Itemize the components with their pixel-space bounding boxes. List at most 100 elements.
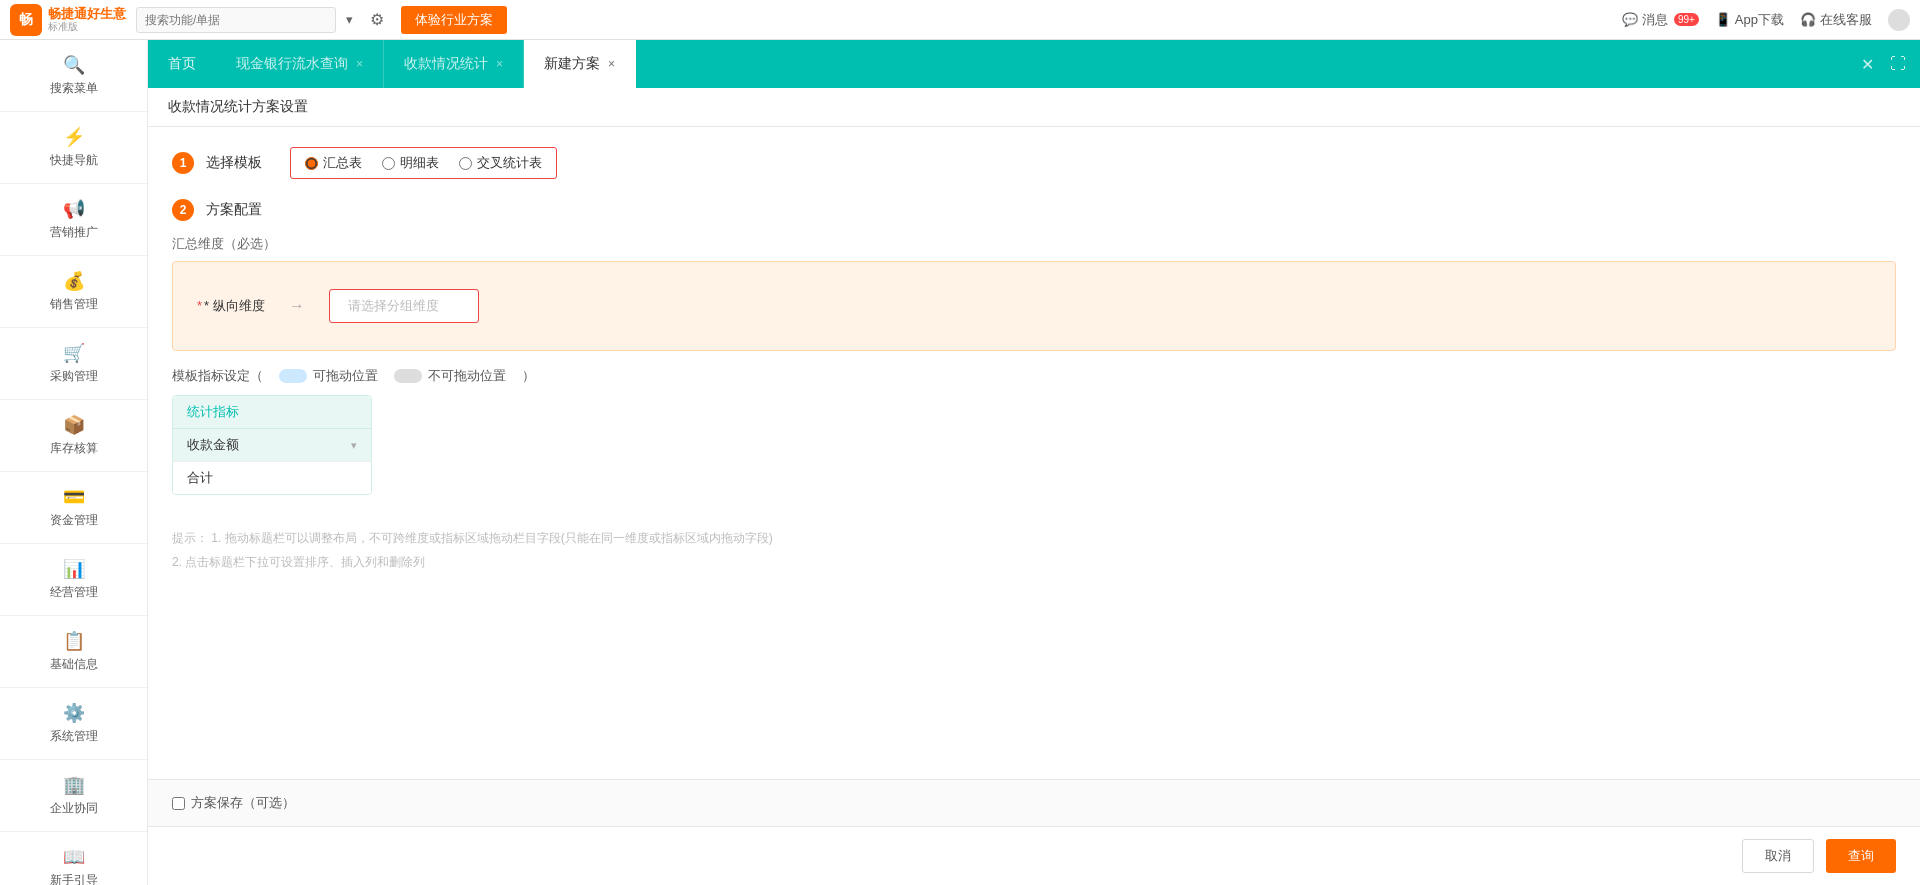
sidebar-item-base[interactable]: 📋 基础信息 xyxy=(0,616,147,688)
radio-detail-input[interactable] xyxy=(382,157,395,170)
dimension-arrow: → xyxy=(289,297,305,315)
cancel-button[interactable]: 取消 xyxy=(1742,839,1814,873)
tab-expand-btn[interactable]: ⛶ xyxy=(1886,51,1910,77)
finance-icon: 💳 xyxy=(63,486,85,508)
sidebar-item-marketing[interactable]: 📢 营销推广 xyxy=(0,184,147,256)
save-plan-checkbox[interactable] xyxy=(172,797,185,810)
top-right-actions: 💬 消息 99+ 📱 App下载 🎧 在线客服 xyxy=(1622,9,1910,31)
sidebar-item-quick[interactable]: ⚡ 快捷导航 xyxy=(0,112,147,184)
notification-badge: 99+ xyxy=(1674,13,1699,26)
bottom-section: 方案保存（可选） xyxy=(148,779,1920,826)
sidebar-label-sales: 销售管理 xyxy=(50,296,98,313)
indicator-section-prefix: 模板指标设定（ xyxy=(172,367,263,385)
quick-icon: ⚡ xyxy=(63,126,85,148)
service-item[interactable]: 🎧 在线客服 xyxy=(1800,11,1872,29)
tab-receipts-label: 收款情况统计 xyxy=(404,55,488,73)
chevron-down-icon[interactable]: ▾ xyxy=(351,439,357,452)
indicator-header-label: 统计指标 xyxy=(187,403,239,421)
nodrag-toggle: 不可拖动位置 xyxy=(394,367,506,385)
step2-label: 方案配置 xyxy=(206,201,262,219)
sidebar-item-guide[interactable]: 📖 新手引导 xyxy=(0,832,147,885)
tab-bank-flow-close[interactable]: × xyxy=(356,57,363,71)
tab-bank-flow[interactable]: 现金银行流水查询 × xyxy=(216,40,384,88)
dimension-select[interactable]: 请选择分组维度 xyxy=(329,289,479,323)
sidebar-label-inventory: 库存核算 xyxy=(50,440,98,457)
tab-bar-right: ✕ ⛶ xyxy=(1857,51,1920,78)
sidebar: 🔍 搜索菜单 ⚡ 快捷导航 📢 营销推广 💰 销售管理 🛒 采购管理 📦 库存核… xyxy=(0,40,148,885)
radio-detail-label: 明细表 xyxy=(400,154,439,172)
user-avatar xyxy=(1888,9,1910,31)
sidebar-item-system[interactable]: ⚙️ 系统管理 xyxy=(0,688,147,760)
sidebar-item-finance[interactable]: 💳 资金管理 xyxy=(0,472,147,544)
tab-receipts[interactable]: 收款情况统计 × xyxy=(384,40,524,88)
app-download-item[interactable]: 📱 App下载 xyxy=(1715,11,1784,29)
tab-close-btn[interactable]: ✕ xyxy=(1857,51,1878,78)
sidebar-label-enterprise: 企业协同 xyxy=(50,800,98,817)
sidebar-label-base: 基础信息 xyxy=(50,656,98,673)
purchase-icon: 🛒 xyxy=(63,342,85,364)
indicator-section: 模板指标设定（ 可拖动位置 不可拖动位置 ） xyxy=(172,367,1896,498)
query-button[interactable]: 查询 xyxy=(1826,839,1896,873)
logo-icon: 畅 xyxy=(10,4,42,36)
sidebar-label-purchase: 采购管理 xyxy=(50,368,98,385)
radio-summary[interactable]: 汇总表 xyxy=(305,154,362,172)
step2-number: 2 xyxy=(172,199,194,221)
radio-cross[interactable]: 交叉统计表 xyxy=(459,154,542,172)
dimension-area: ** 纵向维度 → 请选择分组维度 xyxy=(172,261,1896,351)
vertical-label: ** 纵向维度 xyxy=(197,297,265,315)
sidebar-label-management: 经营管理 xyxy=(50,584,98,601)
radio-cross-input[interactable] xyxy=(459,157,472,170)
content-area: 首页 现金银行流水查询 × 收款情况统计 × 新建方案 × ✕ ⛶ 收款情况统计… xyxy=(148,40,1920,885)
indicator-table: 统计指标 收款金额 ▾ 合计 xyxy=(172,395,372,495)
service-icon: 🎧 xyxy=(1800,12,1816,27)
sidebar-item-search[interactable]: 🔍 搜索菜单 xyxy=(0,40,147,112)
hint-1: 提示： 1. 拖动标题栏可以调整布局，不可跨维度或指标区域拖动栏目字段(只能在同… xyxy=(172,528,1896,550)
step1-number: 1 xyxy=(172,152,194,174)
logo-badge: 标准版 xyxy=(48,21,126,33)
tab-home[interactable]: 首页 xyxy=(148,40,216,88)
drag-toggle-box xyxy=(279,369,307,383)
step2-block: 2 方案配置 汇总维度（必选） ** 纵向维度 → 请选择分组维度 xyxy=(172,199,1896,585)
sidebar-label-guide: 新手引导 xyxy=(50,872,98,885)
sales-icon: 💰 xyxy=(63,270,85,292)
breadcrumb-dropdown[interactable]: ▾ xyxy=(346,12,353,27)
save-plan-checkbox-label[interactable]: 方案保存（可选） xyxy=(172,794,295,812)
sidebar-label-system: 系统管理 xyxy=(50,728,98,745)
sidebar-label-search: 搜索菜单 xyxy=(50,80,98,97)
search-input[interactable] xyxy=(136,7,336,33)
sidebar-item-inventory[interactable]: 📦 库存核算 xyxy=(0,400,147,472)
sidebar-item-management[interactable]: 📊 经营管理 xyxy=(0,544,147,616)
marketing-icon: 📢 xyxy=(63,198,85,220)
radio-summary-input[interactable] xyxy=(305,157,318,170)
page-content: 收款情况统计方案设置 1 选择模板 汇总表 明细表 xyxy=(148,88,1920,885)
dimension-section-label: 汇总维度（必选） xyxy=(172,235,1896,253)
radio-detail[interactable]: 明细表 xyxy=(382,154,439,172)
tab-new-plan-close[interactable]: × xyxy=(608,57,615,71)
sidebar-item-sales[interactable]: 💰 销售管理 xyxy=(0,256,147,328)
indicator-sum-label: 合计 xyxy=(187,470,213,485)
settings-icon[interactable]: ⚙ xyxy=(363,6,391,34)
sidebar-label-marketing: 营销推广 xyxy=(50,224,98,241)
section-body: 1 选择模板 汇总表 明细表 交叉统计表 xyxy=(148,127,1920,779)
trial-button[interactable]: 体验行业方案 xyxy=(401,6,507,34)
footer-actions: 取消 查询 xyxy=(148,826,1920,885)
tab-bar: 首页 现金银行流水查询 × 收款情况统计 × 新建方案 × ✕ ⛶ xyxy=(148,40,1920,88)
enterprise-icon: 🏢 xyxy=(63,774,85,796)
user-item[interactable] xyxy=(1888,9,1910,31)
indicator-section-suffix: ） xyxy=(522,367,535,385)
logo-text: 畅捷通好生意 xyxy=(48,6,126,22)
tab-receipts-close[interactable]: × xyxy=(496,57,503,71)
download-icon: 📱 xyxy=(1715,12,1731,27)
main-layout: 🔍 搜索菜单 ⚡ 快捷导航 📢 营销推广 💰 销售管理 🛒 采购管理 📦 库存核… xyxy=(0,40,1920,885)
radio-cross-label: 交叉统计表 xyxy=(477,154,542,172)
tab-new-plan[interactable]: 新建方案 × xyxy=(524,40,636,88)
indicator-col-label: 收款金额 xyxy=(187,436,239,454)
top-bar: 畅 畅捷通好生意 标准版 ▾ ⚙ 体验行业方案 💬 消息 99+ 📱 App下载… xyxy=(0,0,1920,40)
notification-item[interactable]: 💬 消息 99+ xyxy=(1622,11,1699,29)
drag-label: 可拖动位置 xyxy=(313,367,378,385)
sidebar-item-purchase[interactable]: 🛒 采购管理 xyxy=(0,328,147,400)
indicator-toggle-row: 模板指标设定（ 可拖动位置 不可拖动位置 ） xyxy=(172,367,1896,385)
system-icon: ⚙️ xyxy=(63,702,85,724)
tab-bank-flow-label: 现金银行流水查询 xyxy=(236,55,348,73)
sidebar-item-enterprise[interactable]: 🏢 企业协同 xyxy=(0,760,147,832)
